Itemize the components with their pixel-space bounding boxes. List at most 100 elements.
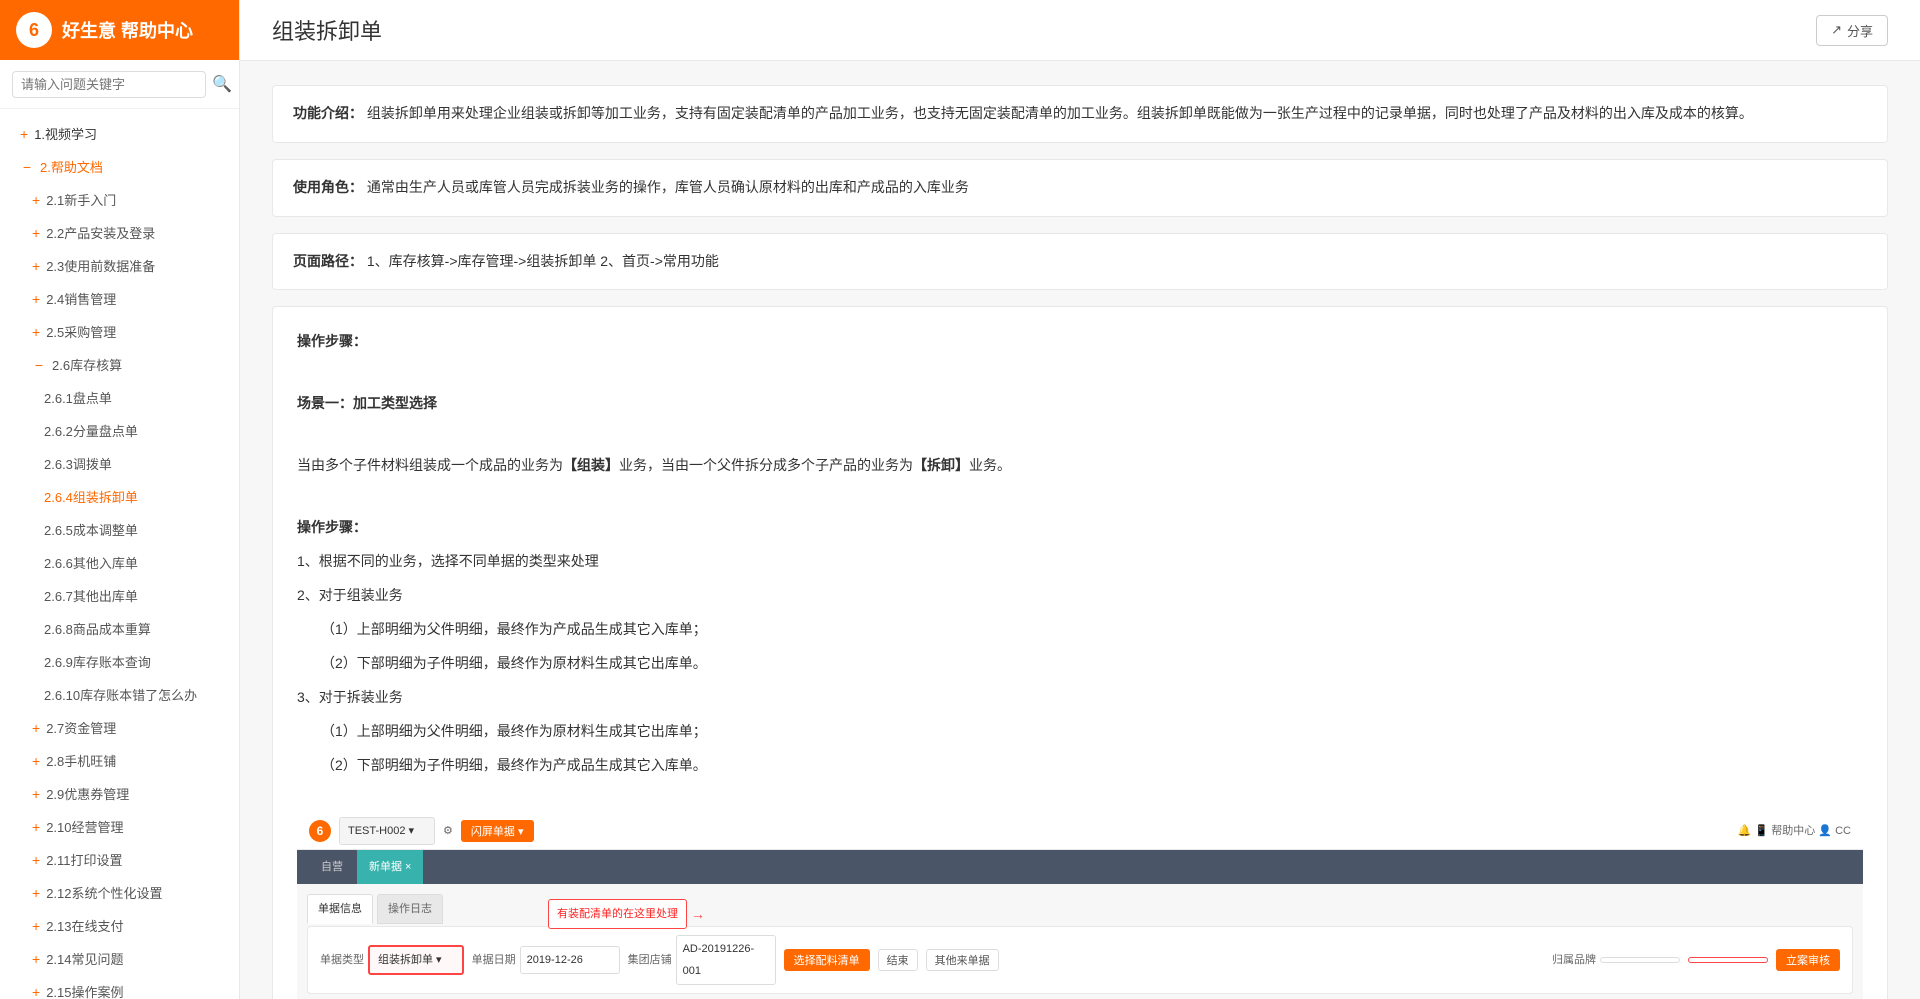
- ss-doc-type-select[interactable]: 组装拆卸单 ▾: [368, 945, 464, 975]
- expand-icon: +: [32, 225, 40, 241]
- expand-icon: +: [32, 819, 40, 835]
- step1: 1、根据不同的业务，选择不同单据的类型来处理: [297, 547, 1863, 575]
- sidebar-item-2-10[interactable]: + 2.10经营管理: [0, 810, 239, 843]
- screenshot-container: 6 TEST-H002 ▾ ⚙ 闪屏单据 ▾ 🔔 📱 帮助中心 👤 CC 自营 …: [297, 813, 1863, 999]
- sidebar-item-2-2[interactable]: + 2.2产品安装及登录: [0, 216, 239, 249]
- expand-icon: +: [32, 753, 40, 769]
- ss-company-selector[interactable]: TEST-H002 ▾: [339, 817, 435, 845]
- annotation-arrow1: →: [691, 900, 705, 928]
- sidebar-item-2-6-10[interactable]: 2.6.10库存账本错了怎么办: [0, 678, 239, 711]
- nav-tree: + 1.视频学习 − 2.帮助文档 + 2.1新手入门 + 2.2产品安装及登录…: [0, 109, 239, 999]
- ss-shopname-input[interactable]: [1688, 957, 1768, 963]
- sidebar-item-2-7[interactable]: + 2.7资金管理: [0, 711, 239, 744]
- sidebar-item-2-6-9[interactable]: 2.6.9库存账本查询: [0, 645, 239, 678]
- sidebar-item-2-13[interactable]: + 2.13在线支付: [0, 909, 239, 942]
- ss-shopname-field: [1688, 957, 1768, 963]
- ss-tab-doc-info[interactable]: 单据信息: [307, 894, 373, 924]
- ss-other-btn[interactable]: 其他来单据: [926, 949, 999, 971]
- sidebar-header: 6 好生意 帮助中心: [0, 0, 239, 60]
- share-button[interactable]: ↗ 分享: [1816, 15, 1888, 46]
- ss-store-input[interactable]: AD-20191226-001: [676, 935, 776, 985]
- step3-1: （1）上部明细为父件明细，最终作为原材料生成其它出库单；: [297, 717, 1863, 745]
- expand-icon: +: [32, 951, 40, 967]
- ss-date-input[interactable]: 2019-12-26: [520, 946, 620, 974]
- app-name: 好生意 帮助中心: [62, 17, 193, 43]
- sidebar-item-2-15[interactable]: + 2.15操作案例: [0, 975, 239, 999]
- expand-icon: +: [32, 786, 40, 802]
- sidebar-item-2-1[interactable]: + 2.1新手入门: [0, 183, 239, 216]
- expand-icon: +: [32, 291, 40, 307]
- steps-label: 操作步骤：: [297, 513, 1863, 541]
- main-area: 组装拆卸单 ↗ 分享 功能介绍： 组装拆卸单用来处理企业组装或拆卸等加工业务，支…: [240, 0, 1920, 999]
- sidebar: 6 好生意 帮助中心 🔍 + 1.视频学习 − 2.帮助文档 + 2.1新手入门…: [0, 0, 240, 999]
- ss-nav-new[interactable]: 新单据 ×: [357, 850, 423, 884]
- role-label: 使用角色：: [293, 179, 363, 195]
- role-card: 使用角色： 通常由生产人员或库管人员完成拆装业务的操作，库管人员确认原材料的出库…: [272, 159, 1888, 217]
- sidebar-item-2-5[interactable]: + 2.5采购管理: [0, 315, 239, 348]
- ss-sync-icon: ⚙: [443, 820, 453, 842]
- path-card: 页面路径： 1、库存核算->库存管理->组装拆卸单 2、首页->常用功能: [272, 233, 1888, 291]
- collapse-icon: −: [32, 357, 46, 373]
- expand-icon: +: [32, 885, 40, 901]
- ss-nav: 自营 新单据 ×: [297, 850, 1863, 884]
- intro-text: 组装拆卸单用来处理企业组装或拆卸等加工业务，支持有固定装配清单的产品加工业务，也…: [367, 105, 1753, 121]
- sidebar-item-2-6-6[interactable]: 2.6.6其他入库单: [0, 546, 239, 579]
- content-area: 功能介绍： 组装拆卸单用来处理企业组装或拆卸等加工业务，支持有固定装配清单的产品…: [240, 61, 1920, 999]
- expand-icon: +: [32, 192, 40, 208]
- ss-end-btn[interactable]: 结束: [878, 949, 918, 971]
- share-icon: ↗: [1831, 22, 1842, 38]
- sidebar-item-2-6-7[interactable]: 2.6.7其他出库单: [0, 579, 239, 612]
- sidebar-item-2-3[interactable]: + 2.3使用前数据准备: [0, 249, 239, 282]
- ss-nav-ziyingye[interactable]: 自营: [309, 850, 355, 884]
- scene1-title: 场景一：加工类型选择: [297, 389, 1863, 417]
- sidebar-item-2-6-8[interactable]: 2.6.8商品成本重算: [0, 612, 239, 645]
- sidebar-item-2-14[interactable]: + 2.14常见问题: [0, 942, 239, 975]
- step3: 3、对于拆装业务: [297, 683, 1863, 711]
- path-text: 1、库存核算->库存管理->组装拆卸单 2、首页->常用功能: [367, 253, 719, 269]
- ss-topbar-icons: 🔔 📱 帮助中心 👤 CC: [1738, 820, 1851, 842]
- sidebar-item-1[interactable]: + 1.视频学习: [0, 117, 239, 150]
- collapse-icon: −: [20, 159, 34, 175]
- sidebar-item-2-6-3[interactable]: 2.6.3调拨单: [0, 447, 239, 480]
- sidebar-item-2-11[interactable]: + 2.11打印设置: [0, 843, 239, 876]
- sidebar-item-2-6-4[interactable]: 2.6.4组装拆卸单: [0, 480, 239, 513]
- search-box: 🔍: [0, 60, 239, 109]
- step2-2: （2）下部明细为子件明细，最终作为原材料生成其它出库单。: [297, 649, 1863, 677]
- sidebar-item-2-6-5[interactable]: 2.6.5成本调整单: [0, 513, 239, 546]
- sidebar-item-2-6[interactable]: − 2.6库存核算: [0, 348, 239, 381]
- sidebar-item-2-8[interactable]: + 2.8手机旺铺: [0, 744, 239, 777]
- annotation-assembly: 有装配清单的在这里处理: [548, 899, 687, 929]
- ss-confirm-btn[interactable]: 立案审核: [1776, 949, 1840, 971]
- role-text: 通常由生产人员或库管人员完成拆装业务的操作，库管人员确认原材料的出库和产成品的入…: [367, 179, 969, 195]
- sidebar-item-2-9[interactable]: + 2.9优惠券管理: [0, 777, 239, 810]
- ss-form-area: 单据信息 操作日志 单据类型 组装拆卸单 ▾ 单据日期 2019-12-26: [297, 884, 1863, 999]
- search-button[interactable]: 🔍: [212, 70, 232, 98]
- ss-assembly-list-btn[interactable]: 选择配料清单: [784, 949, 870, 971]
- ss-tab-log[interactable]: 操作日志: [377, 894, 443, 924]
- intro-card: 功能介绍： 组装拆卸单用来处理企业组装或拆卸等加工业务，支持有固定装配清单的产品…: [272, 85, 1888, 143]
- step2: 2、对于组装业务: [297, 581, 1863, 609]
- expand-icon: +: [32, 324, 40, 340]
- search-input[interactable]: [12, 71, 206, 98]
- ss-doc-type-field: 单据类型 组装拆卸单 ▾: [320, 945, 464, 975]
- ss-topbar: 6 TEST-H002 ▾ ⚙ 闪屏单据 ▾ 🔔 📱 帮助中心 👤 CC: [297, 813, 1863, 850]
- ss-brand-input[interactable]: [1600, 957, 1680, 963]
- app-logo: 6: [16, 12, 52, 48]
- sidebar-item-2[interactable]: − 2.帮助文档: [0, 150, 239, 183]
- expand-icon: +: [32, 918, 40, 934]
- ss-date-field: 单据日期 2019-12-26: [472, 946, 620, 974]
- step2-1: （1）上部明细为父件明细，最终作为产成品生成其它入库单；: [297, 615, 1863, 643]
- expand-icon: +: [32, 720, 40, 736]
- ss-store-field: 集团店铺 AD-20191226-001: [628, 935, 776, 985]
- ss-form-bar: 单据类型 组装拆卸单 ▾ 单据日期 2019-12-26 集团店铺 AD-201…: [307, 926, 1853, 994]
- ss-app-logo: 6: [309, 820, 331, 842]
- sidebar-item-2-6-2[interactable]: 2.6.2分量盘点单: [0, 414, 239, 447]
- ss-new-doc-btn[interactable]: 闪屏单据 ▾: [461, 820, 534, 842]
- sidebar-item-2-4[interactable]: + 2.4销售管理: [0, 282, 239, 315]
- sidebar-item-2-12[interactable]: + 2.12系统个性化设置: [0, 876, 239, 909]
- expand-icon: +: [20, 126, 28, 142]
- page-title: 组装拆卸单: [272, 14, 382, 46]
- steps-title: 操作步骤：: [297, 327, 1863, 355]
- sidebar-item-2-6-1[interactable]: 2.6.1盘点单: [0, 381, 239, 414]
- expand-icon: +: [32, 852, 40, 868]
